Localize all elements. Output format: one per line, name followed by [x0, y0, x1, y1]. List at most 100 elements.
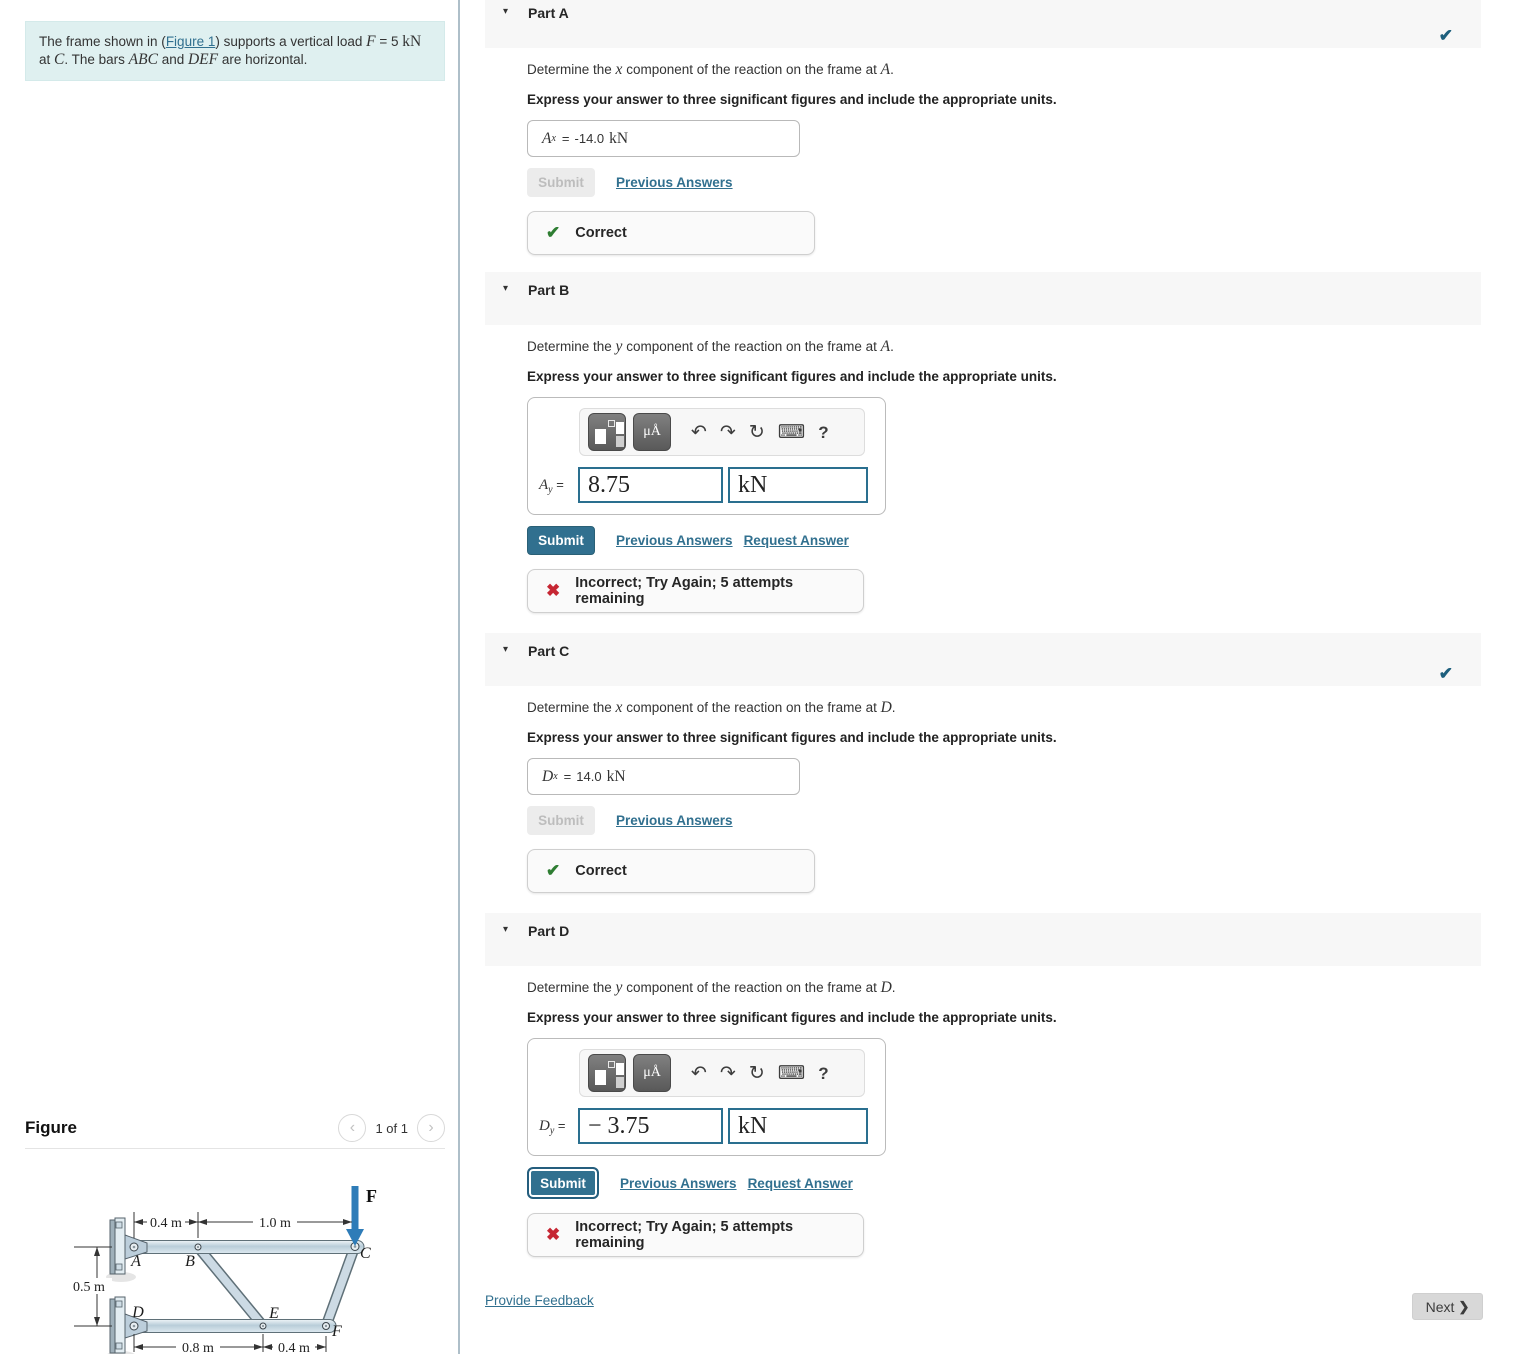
part-c-submit-button[interactable]: Submit — [527, 806, 595, 835]
help-icon[interactable]: ? — [818, 424, 828, 441]
problem-text: The frame shown in ( — [39, 34, 166, 49]
part-b-answer-label: Ay = — [539, 477, 564, 496]
equation-templates-icon[interactable] — [588, 413, 626, 451]
collapse-triangle-icon[interactable]: ▾ — [503, 6, 508, 17]
label-E: E — [268, 1305, 279, 1322]
units-icon[interactable]: μÅ — [633, 413, 671, 451]
part-d-question: Determine the y component of the reactio… — [527, 979, 896, 996]
redo-icon[interactable]: ↷ — [720, 422, 736, 442]
reset-icon[interactable]: ↻ — [749, 422, 765, 442]
part-b-equation-editor: μÅ ↶ ↷ ↻ ⌨ ? Ay = 8.75 kN — [527, 397, 886, 515]
part-d-unit-input[interactable]: kN — [728, 1108, 868, 1144]
collapse-triangle-icon[interactable]: ▾ — [503, 644, 508, 655]
keyboard-icon[interactable]: ⌨ — [778, 422, 805, 442]
correct-check-icon: ✔ — [546, 223, 561, 242]
part-a-answer-unit: kN — [609, 129, 629, 147]
part-b-status-box: ✖ Incorrect; Try Again; 5 attempts remai… — [527, 569, 864, 613]
part-c-status-text: Correct — [575, 863, 627, 879]
part-c-answer-value: 14.0 — [576, 769, 602, 784]
part-d-status-text: Incorrect; Try Again; 5 attempts remaini… — [575, 1219, 794, 1251]
part-d-submit-button[interactable]: Submit — [527, 1167, 599, 1199]
bar-ABC — [125, 1240, 365, 1254]
units-icon[interactable]: μÅ — [633, 1054, 671, 1092]
part-a-status-text: Correct — [575, 225, 627, 241]
part-c-status-box: ✔ Correct — [527, 849, 815, 893]
equation-templates-icon[interactable] — [588, 1054, 626, 1092]
help-icon[interactable]: ? — [818, 1065, 828, 1082]
part-c-instruction: Express your answer to three significant… — [527, 730, 1057, 745]
label-F-joint: F — [331, 1323, 342, 1340]
force-label-F: F — [366, 1186, 377, 1206]
figure-header: Figure ‹ 1 of 1 › — [25, 1110, 445, 1146]
undo-icon[interactable]: ↶ — [691, 422, 707, 442]
part-c-answer-unit: kN — [606, 767, 626, 785]
part-d-value-input[interactable]: − 3.75 — [578, 1108, 723, 1144]
svg-text:0.8 m: 0.8 m — [182, 1341, 214, 1354]
part-b-unit-input[interactable]: kN — [728, 467, 868, 503]
part-a-answer-display: Ax = -14.0 kN — [527, 120, 800, 157]
part-b-header[interactable]: ▾ Part B — [485, 272, 1481, 325]
figure-section: Figure ‹ 1 of 1 › F A B C D E F 0.4 m 1.… — [0, 1100, 460, 1354]
part-c-previous-answers-link[interactable]: Previous Answers — [616, 813, 733, 828]
redo-icon[interactable]: ↷ — [720, 1063, 736, 1083]
part-a-submit-button[interactable]: Submit — [527, 168, 595, 197]
page: The frame shown in (Figure 1) supports a… — [0, 0, 1525, 1354]
label-B: B — [185, 1253, 195, 1270]
figure-prev-button[interactable]: ‹ — [338, 1114, 367, 1142]
part-d-title: Part D — [528, 923, 570, 939]
math-F: F — [366, 33, 376, 50]
member-BE — [192, 1241, 269, 1332]
provide-feedback-link[interactable]: Provide Feedback — [485, 1293, 594, 1308]
part-a-previous-answers-link[interactable]: Previous Answers — [616, 175, 733, 190]
main-content: ▾ Part A ✔ Determine the x component of … — [462, 0, 1525, 1354]
part-d-previous-answers-link[interactable]: Previous Answers — [620, 1176, 737, 1191]
left-panel: The frame shown in (Figure 1) supports a… — [0, 0, 460, 1354]
part-b-request-answer-link[interactable]: Request Answer — [744, 533, 849, 548]
part-c-complete-check-icon: ✔ — [1438, 664, 1453, 683]
part-d-equation-editor: μÅ ↶ ↷ ↻ ⌨ ? Dy = − 3.75 kN — [527, 1038, 886, 1156]
part-a-answer-value: -14.0 — [574, 131, 605, 146]
math-C: C — [54, 51, 65, 68]
next-button[interactable]: Next ❯ — [1412, 1293, 1483, 1320]
part-b-title: Part B — [528, 282, 570, 298]
part-d-answer-label: Dy = — [539, 1118, 566, 1137]
collapse-triangle-icon[interactable]: ▾ — [503, 283, 508, 294]
part-c-question: Determine the x component of the reactio… — [527, 699, 896, 716]
part-a-section: ▾ Part A ✔ Determine the x component of … — [485, 0, 1481, 255]
part-b-submit-button[interactable]: Submit — [527, 526, 595, 555]
part-b-value-input[interactable]: 8.75 — [578, 467, 723, 503]
part-a-instruction: Express your answer to three significant… — [527, 92, 1057, 107]
part-b-question: Determine the y component of the reactio… — [527, 338, 894, 355]
figure-page-label: 1 of 1 — [375, 1120, 408, 1136]
math-DEF: DEF — [187, 51, 219, 68]
svg-text:0.4 m: 0.4 m — [278, 1341, 310, 1354]
part-a-title: Part A — [528, 5, 569, 21]
correct-check-icon: ✔ — [546, 861, 561, 880]
bar-DEF — [125, 1319, 337, 1333]
pin-centers — [132, 1245, 357, 1328]
label-A: A — [130, 1253, 141, 1270]
part-b-instruction: Express your answer to three significant… — [527, 369, 1057, 384]
reset-icon[interactable]: ↻ — [749, 1063, 765, 1083]
part-d-request-answer-link[interactable]: Request Answer — [748, 1176, 853, 1191]
svg-text:1.0 m: 1.0 m — [259, 1216, 291, 1231]
part-a-header[interactable]: ▾ Part A ✔ — [485, 0, 1481, 48]
figure-next-button[interactable]: › — [417, 1114, 445, 1142]
part-c-title: Part C — [528, 643, 570, 659]
part-d-header[interactable]: ▾ Part D — [485, 913, 1481, 966]
equation-toolbar: μÅ ↶ ↷ ↻ ⌨ ? — [579, 1049, 865, 1097]
part-c-header[interactable]: ▾ Part C ✔ — [485, 633, 1481, 686]
part-c-section: ▾ Part C ✔ Determine the x component of … — [485, 633, 1481, 893]
part-b-section: ▾ Part B Determine the y component of th… — [485, 272, 1481, 613]
label-C: C — [360, 1245, 371, 1262]
problem-statement: The frame shown in (Figure 1) supports a… — [25, 21, 445, 81]
part-a-status-box: ✔ Correct — [527, 211, 815, 255]
part-d-status-box: ✖ Incorrect; Try Again; 5 attempts remai… — [527, 1213, 864, 1257]
undo-icon[interactable]: ↶ — [691, 1063, 707, 1083]
collapse-triangle-icon[interactable]: ▾ — [503, 924, 508, 935]
part-d-section: ▾ Part D Determine the y component of th… — [485, 913, 1481, 1257]
part-b-previous-answers-link[interactable]: Previous Answers — [616, 533, 733, 548]
part-d-instruction: Express your answer to three significant… — [527, 1010, 1057, 1025]
keyboard-icon[interactable]: ⌨ — [778, 1063, 805, 1083]
figure-1-link[interactable]: Figure 1 — [166, 34, 216, 49]
